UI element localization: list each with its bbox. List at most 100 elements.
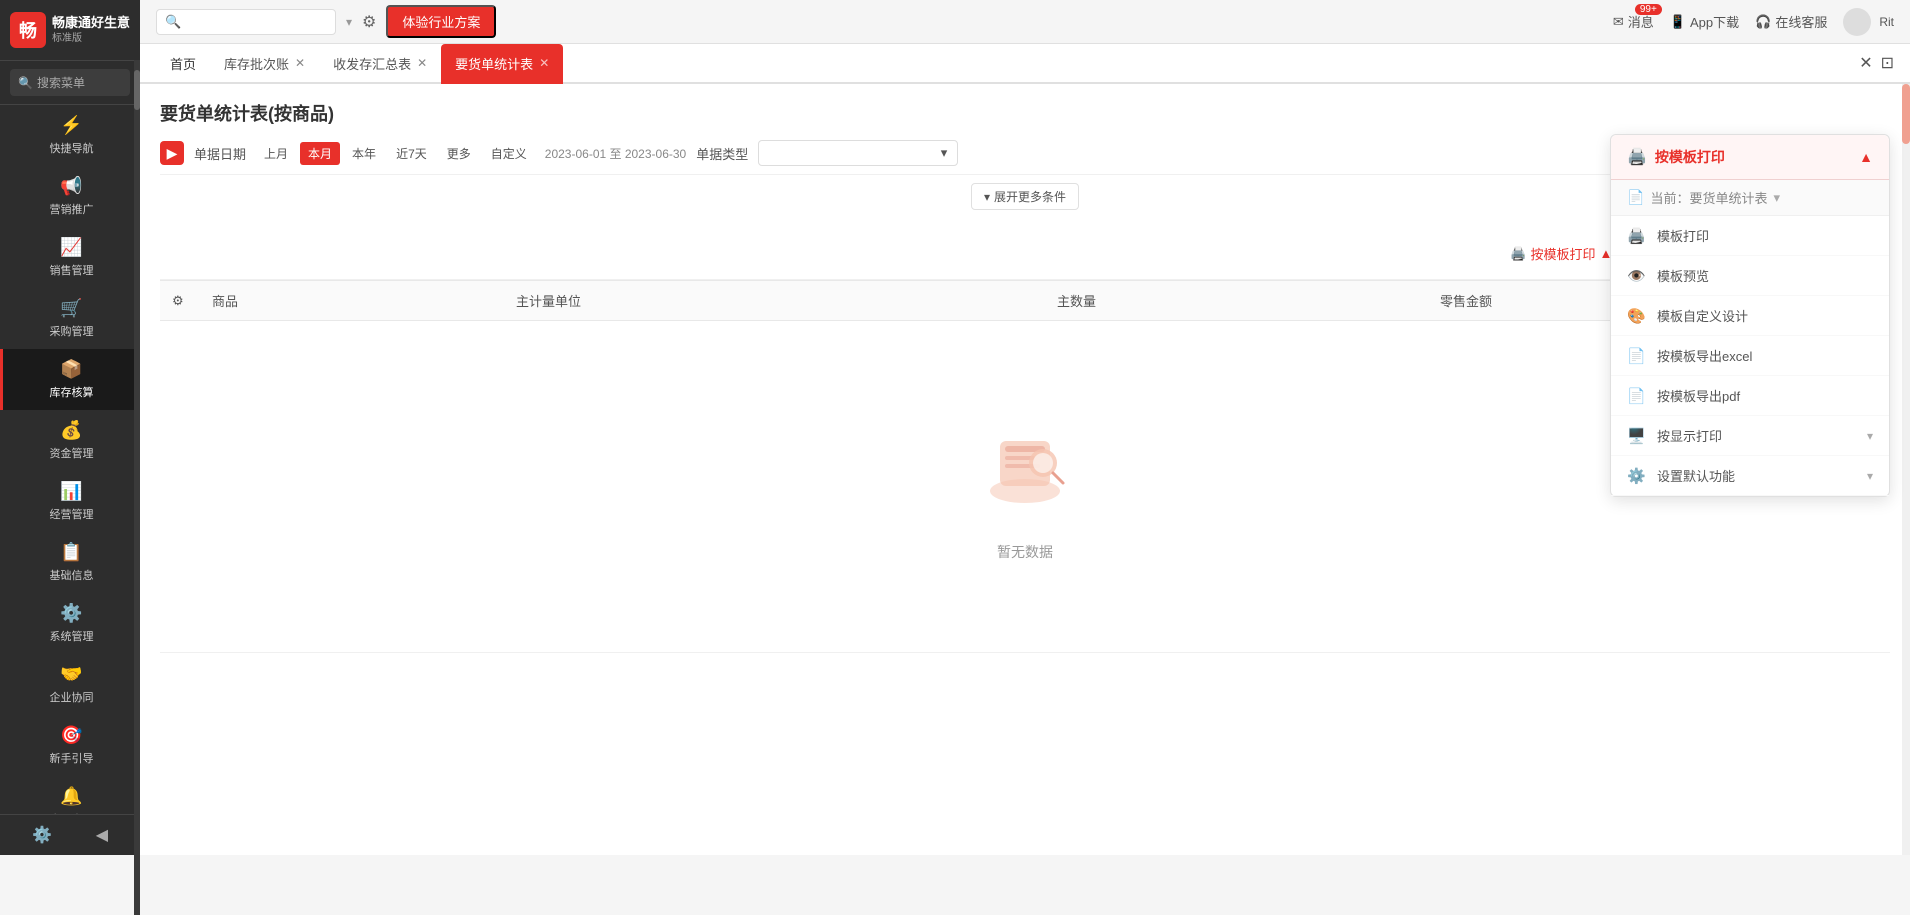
app-center-icon: 🔔: [60, 786, 82, 807]
inventory-icon: 📦: [60, 359, 82, 380]
receipt-summary-tab-label: 收发存汇总表: [333, 54, 411, 73]
quick-nav-label: 快捷导航: [50, 140, 94, 156]
settings-footer-icon[interactable]: ⚙️: [32, 825, 52, 845]
topbar-right-actions: ✉ 消息 99+ 📱 App下载 🎧 在线客服 Rit: [1613, 8, 1894, 36]
search-menu-label: 搜索菜单: [37, 74, 85, 91]
display-print-label: 按显示打印: [1657, 426, 1722, 445]
template-design-item-label: 模板自定义设计: [1657, 306, 1748, 325]
service-icon: 🎧: [1755, 14, 1771, 30]
tab-order-stats[interactable]: 要货单统计表 ✕: [441, 44, 563, 84]
pill-7days[interactable]: 近7天: [388, 142, 435, 165]
finance-label: 资金管理: [50, 445, 94, 461]
template-print-label: 按模板打印: [1530, 244, 1595, 263]
topbar-chevron-icon[interactable]: ▾: [346, 15, 352, 29]
sidebar-item-system[interactable]: ⚙️ 系统管理: [0, 593, 140, 654]
purchase-label: 采购管理: [50, 323, 94, 339]
sidebar-item-enterprise[interactable]: 🤝 企业协同: [0, 654, 140, 715]
pill-last-month[interactable]: 上月: [256, 142, 296, 165]
tab-receipt-summary-close[interactable]: ✕: [417, 56, 427, 70]
sidebar-item-guide[interactable]: 🎯 新手引导: [0, 715, 140, 776]
pill-custom[interactable]: 自定义: [483, 142, 535, 165]
logo-title: 畅康通好生意: [52, 14, 130, 32]
system-icon: ⚙️: [60, 603, 82, 624]
sidebar-item-basic[interactable]: 📋 基础信息: [0, 532, 140, 593]
content-area: 要货单统计表(按商品) ▶ 单据日期 上月 本月 本年 近7天 更多 自定义 2…: [140, 84, 1910, 855]
expand-more-button[interactable]: ▾ 展开更多条件: [971, 183, 1079, 210]
tab-home[interactable]: 首页: [156, 44, 210, 84]
topbar-gear-icon[interactable]: ⚙: [362, 12, 376, 32]
tab-batch-account-close[interactable]: ✕: [295, 56, 305, 70]
date-range-label: 2023-06-01 至 2023-06-30: [545, 145, 686, 162]
tab-batch-account[interactable]: 库存批次账 ✕: [210, 44, 319, 84]
pill-more[interactable]: 更多: [439, 142, 479, 165]
tabbar: 首页 库存批次账 ✕ 收发存汇总表 ✕ 要货单统计表 ✕ ✕ ⊡: [140, 44, 1910, 84]
sidebar-item-app-center[interactable]: 🔔 应用中心: [0, 776, 140, 814]
tab-order-stats-close[interactable]: ✕: [539, 56, 549, 70]
enterprise-label: 企业协同: [50, 689, 94, 705]
type-select[interactable]: ▾: [758, 140, 958, 166]
username-label: Rit: [1879, 15, 1894, 29]
empty-text: 暂无数据: [997, 542, 1053, 562]
dropdown-header[interactable]: 🖨️ 按模板打印 ▲: [1611, 135, 1889, 180]
tab-maximize-icon[interactable]: ⊡: [1881, 53, 1894, 73]
tab-receipt-summary[interactable]: 收发存汇总表 ✕: [319, 44, 441, 84]
trial-button[interactable]: 体验行业方案: [386, 5, 496, 38]
sidebar-item-quick-nav[interactable]: ⚡ 快捷导航: [0, 105, 140, 166]
content-scrollbar-thumb: [1902, 84, 1910, 144]
content-scrollbar[interactable]: [1902, 84, 1910, 855]
home-tab-label: 首页: [170, 54, 196, 73]
tab-close-all-icon[interactable]: ✕: [1859, 53, 1872, 73]
sidebar-item-operations[interactable]: 📊 经营管理: [0, 471, 140, 532]
type-filter-label: 单据类型: [696, 144, 748, 163]
template-design-item-icon: 🎨: [1627, 307, 1647, 325]
finance-icon: 💰: [60, 420, 82, 441]
dropdown-item-export-pdf[interactable]: 📄 按模板导出pdf: [1611, 376, 1889, 416]
logo-icon: 畅: [10, 12, 46, 48]
filter-expand-button[interactable]: ▶: [160, 141, 184, 165]
dropdown-item-template-design[interactable]: 🎨 模板自定义设计: [1611, 296, 1889, 336]
collapse-icon[interactable]: ◀: [96, 825, 108, 845]
export-excel-item-label: 按模板导出excel: [1657, 346, 1752, 365]
messages-button[interactable]: ✉ 消息 99+: [1613, 12, 1654, 31]
dropdown-current-icon: 📄: [1627, 189, 1644, 206]
expand-more-label: 展开更多条件: [994, 188, 1066, 205]
dropdown-item-template-print[interactable]: 🖨️ 模板打印: [1611, 216, 1889, 256]
pill-this-year[interactable]: 本年: [344, 142, 384, 165]
dropdown-item-template-preview[interactable]: 👁️ 模板预览: [1611, 256, 1889, 296]
avatar: [1843, 8, 1871, 36]
message-icon: ✉: [1613, 14, 1624, 30]
user-avatar-button[interactable]: Rit: [1843, 8, 1894, 36]
logo-subtitle: 标准版: [52, 32, 130, 46]
dropdown-item-set-default[interactable]: ⚙️ 设置默认功能 ▾: [1611, 456, 1889, 496]
pill-this-month[interactable]: 本月: [300, 142, 340, 165]
dropdown-close-chevron[interactable]: ▲: [1859, 149, 1873, 165]
col-gear-header[interactable]: ⚙: [160, 281, 200, 321]
template-preview-item-label: 模板预览: [1657, 266, 1709, 285]
template-print-dropdown: 🖨️ 按模板打印 ▲ 📄 当前：要货单统计表 ▾ 🖨️ 模板打印 👁️ 模板预览…: [1610, 134, 1890, 497]
topbar-search-box[interactable]: 🔍: [156, 9, 336, 35]
app-download-button[interactable]: 📱 App下载: [1670, 12, 1739, 31]
search-icon: 🔍: [18, 76, 33, 90]
dropdown-printer-icon: 🖨️: [1627, 147, 1647, 167]
set-default-arrow: ▾: [1867, 469, 1873, 483]
sidebar-nav: ⚡ 快捷导航 📢 营销推广 📈 销售管理 🛒 采购管理 📦 库存核算 💰 资金管…: [0, 105, 140, 814]
export-pdf-item-label: 按模板导出pdf: [1657, 386, 1740, 405]
sidebar-item-marketing[interactable]: 📢 营销推广: [0, 166, 140, 227]
sidebar: 畅 畅康通好生意 标准版 🔍 搜索菜单 ⚡ 快捷导航 📢 营销推广 📈 销售管理…: [0, 0, 140, 855]
operations-icon: 📊: [60, 481, 82, 502]
topbar-search-input[interactable]: [185, 15, 327, 29]
sidebar-item-sales[interactable]: 📈 销售管理: [0, 227, 140, 288]
template-print-button[interactable]: 🖨️ 按模板打印 ▲: [1510, 244, 1612, 263]
sidebar-item-finance[interactable]: 💰 资金管理: [0, 410, 140, 471]
topbar-search-icon: 🔍: [165, 14, 181, 30]
sidebar-item-inventory[interactable]: 📦 库存核算: [0, 349, 140, 410]
search-menu-button[interactable]: 🔍 搜索菜单: [10, 69, 130, 96]
dropdown-item-export-excel[interactable]: 📄 按模板导出excel: [1611, 336, 1889, 376]
system-label: 系统管理: [50, 628, 94, 644]
sidebar-item-purchase[interactable]: 🛒 采购管理: [0, 288, 140, 349]
date-pills: 上月 本月 本年 近7天 更多 自定义: [256, 142, 535, 165]
dropdown-item-display-print[interactable]: 🖥️ 按显示打印 ▾: [1611, 416, 1889, 456]
online-service-button[interactable]: 🎧 在线客服: [1755, 12, 1827, 31]
marketing-icon: 📢: [60, 176, 82, 197]
set-default-label: 设置默认功能: [1657, 466, 1735, 485]
